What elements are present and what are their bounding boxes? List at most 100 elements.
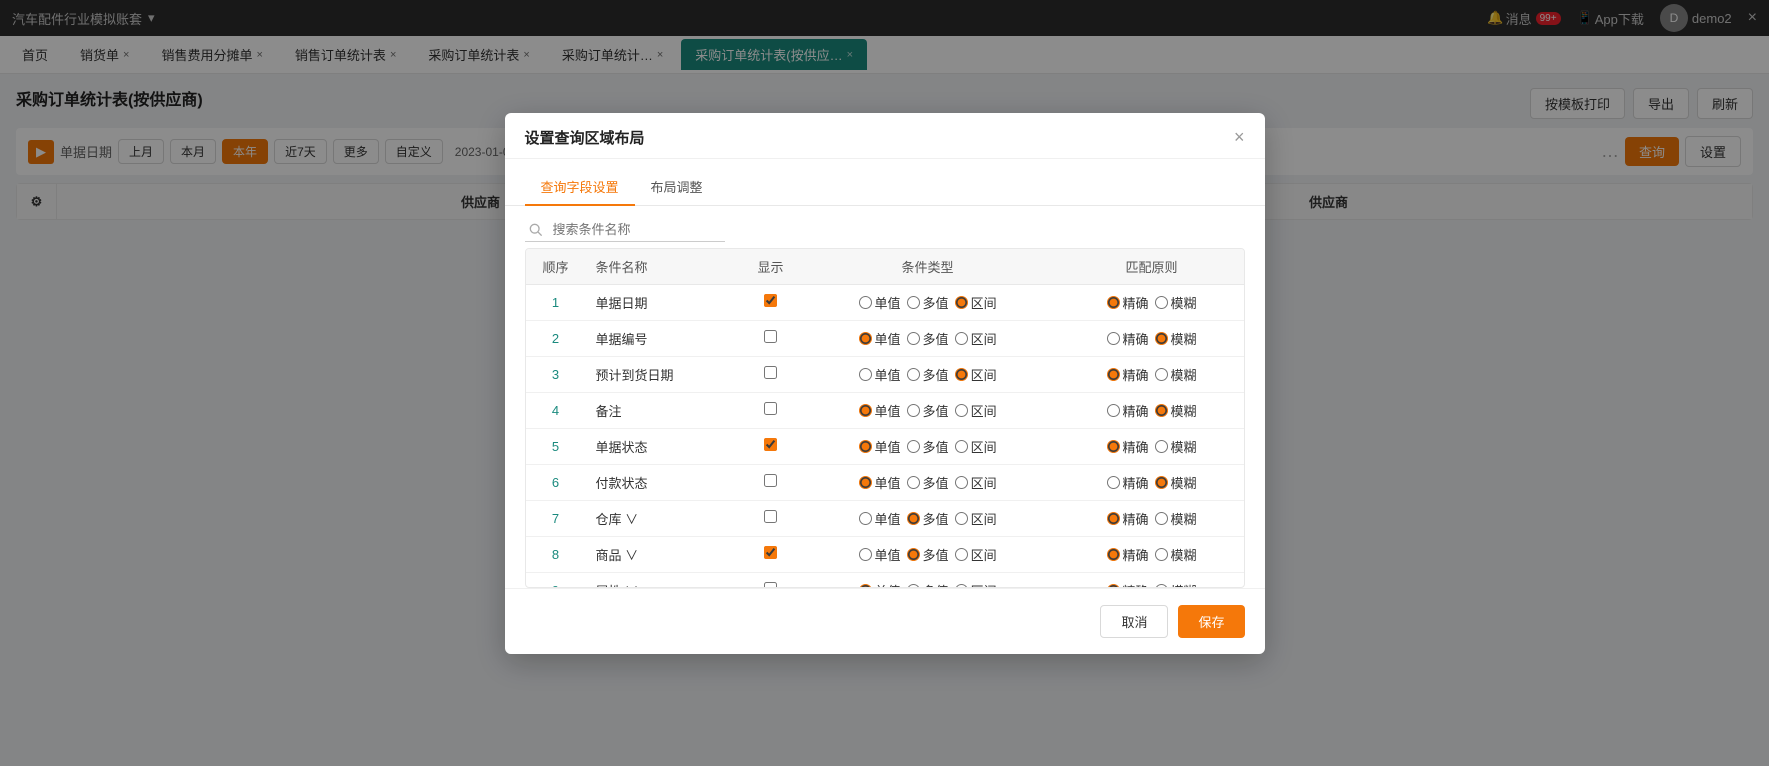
row-display[interactable] <box>746 356 796 392</box>
match-option[interactable]: 模糊 <box>1155 365 1197 384</box>
row-name: 属性 ∨ <box>586 572 746 588</box>
row-name: 仓库 ∨ <box>586 500 746 536</box>
match-option[interactable]: 模糊 <box>1155 509 1197 528</box>
modal-close-button[interactable]: × <box>1234 128 1245 146</box>
match-option[interactable]: 精确 <box>1107 545 1149 564</box>
type-option[interactable]: 多值 <box>907 293 949 312</box>
match-option[interactable]: 模糊 <box>1155 545 1197 564</box>
row-name: 预计到货日期 <box>586 356 746 392</box>
type-option[interactable]: 区间 <box>955 293 997 312</box>
type-option[interactable]: 多值 <box>907 473 949 492</box>
match-option[interactable]: 精确 <box>1107 437 1149 456</box>
row-match: 精确模糊 <box>1060 464 1244 500</box>
type-option[interactable]: 区间 <box>955 581 997 588</box>
row-display[interactable] <box>746 536 796 572</box>
match-option[interactable]: 模糊 <box>1155 581 1197 588</box>
type-option[interactable]: 多值 <box>907 545 949 564</box>
match-option[interactable]: 精确 <box>1107 401 1149 420</box>
type-option[interactable]: 区间 <box>955 329 997 348</box>
type-option[interactable]: 多值 <box>907 581 949 588</box>
modal-tab-query-fields[interactable]: 查询字段设置 <box>525 169 635 206</box>
type-option[interactable]: 多值 <box>907 509 949 528</box>
modal-col-name: 条件名称 <box>586 249 746 285</box>
type-option[interactable]: 多值 <box>907 365 949 384</box>
match-option[interactable]: 精确 <box>1107 365 1149 384</box>
row-type: 单值多值区间 <box>796 392 1060 428</box>
cancel-button[interactable]: 取消 <box>1100 605 1168 638</box>
type-option[interactable]: 单值 <box>859 545 901 564</box>
type-option[interactable]: 区间 <box>955 401 997 420</box>
row-display[interactable] <box>746 392 796 428</box>
row-display[interactable] <box>746 500 796 536</box>
match-option[interactable]: 模糊 <box>1155 401 1197 420</box>
row-order: 4 <box>526 392 586 428</box>
type-option[interactable]: 多值 <box>907 401 949 420</box>
table-row: 5单据状态单值多值区间精确模糊 <box>526 428 1244 464</box>
modal-col-order: 顺序 <box>526 249 586 285</box>
modal-overlay: 设置查询区域布局 × 查询字段设置 布局调整 <box>0 0 1769 766</box>
row-name: 单据日期 <box>586 284 746 320</box>
row-display[interactable] <box>746 428 796 464</box>
display-checkbox[interactable] <box>764 438 777 451</box>
type-option[interactable]: 单值 <box>859 293 901 312</box>
type-option[interactable]: 区间 <box>955 545 997 564</box>
row-order: 7 <box>526 500 586 536</box>
type-option[interactable]: 区间 <box>955 473 997 492</box>
display-checkbox[interactable] <box>764 474 777 487</box>
type-option[interactable]: 单值 <box>859 437 901 456</box>
type-option[interactable]: 单值 <box>859 365 901 384</box>
row-type: 单值多值区间 <box>796 428 1060 464</box>
type-option[interactable]: 单值 <box>859 509 901 528</box>
type-option[interactable]: 区间 <box>955 509 997 528</box>
type-option[interactable]: 单值 <box>859 401 901 420</box>
display-checkbox[interactable] <box>764 330 777 343</box>
row-match: 精确模糊 <box>1060 320 1244 356</box>
display-checkbox[interactable] <box>764 366 777 379</box>
modal-col-type: 条件类型 <box>796 249 1060 285</box>
match-option[interactable]: 精确 <box>1107 473 1149 492</box>
row-type: 单值多值区间 <box>796 284 1060 320</box>
row-match: 精确模糊 <box>1060 356 1244 392</box>
table-row: 6付款状态单值多值区间精确模糊 <box>526 464 1244 500</box>
type-option[interactable]: 单值 <box>859 581 901 588</box>
display-checkbox[interactable] <box>764 546 777 559</box>
search-input-wrap <box>525 218 725 242</box>
type-option[interactable]: 单值 <box>859 473 901 492</box>
save-button[interactable]: 保存 <box>1178 605 1244 638</box>
row-display[interactable] <box>746 572 796 588</box>
match-option[interactable]: 模糊 <box>1155 473 1197 492</box>
match-option[interactable]: 精确 <box>1107 509 1149 528</box>
modal-table-wrap: 顺序 条件名称 显示 条件类型 匹配原则 1单据日期单值多值区间精确模糊2单据编… <box>525 248 1245 588</box>
row-name: 商品 ∨ <box>586 536 746 572</box>
type-option[interactable]: 单值 <box>859 329 901 348</box>
type-option[interactable]: 区间 <box>955 365 997 384</box>
modal-search-area <box>505 206 1265 248</box>
modal-col-match: 匹配原则 <box>1060 249 1244 285</box>
row-display[interactable] <box>746 320 796 356</box>
type-option[interactable]: 区间 <box>955 437 997 456</box>
match-option[interactable]: 模糊 <box>1155 293 1197 312</box>
row-name: 单据编号 <box>586 320 746 356</box>
table-row: 3预计到货日期单值多值区间精确模糊 <box>526 356 1244 392</box>
type-option[interactable]: 多值 <box>907 437 949 456</box>
row-match: 精确模糊 <box>1060 428 1244 464</box>
modal-table: 顺序 条件名称 显示 条件类型 匹配原则 1单据日期单值多值区间精确模糊2单据编… <box>526 249 1244 588</box>
row-display[interactable] <box>746 284 796 320</box>
display-checkbox[interactable] <box>764 402 777 415</box>
match-option[interactable]: 模糊 <box>1155 329 1197 348</box>
row-type: 单值多值区间 <box>796 320 1060 356</box>
row-match: 精确模糊 <box>1060 572 1244 588</box>
modal-title: 设置查询区域布局 <box>525 127 645 148</box>
row-display[interactable] <box>746 464 796 500</box>
display-checkbox[interactable] <box>764 294 777 307</box>
match-option[interactable]: 精确 <box>1107 293 1149 312</box>
search-input[interactable] <box>525 218 725 242</box>
row-type: 单值多值区间 <box>796 356 1060 392</box>
match-option[interactable]: 精确 <box>1107 581 1149 588</box>
display-checkbox[interactable] <box>764 510 777 523</box>
type-option[interactable]: 多值 <box>907 329 949 348</box>
table-row: 8商品 ∨单值多值区间精确模糊 <box>526 536 1244 572</box>
modal-tab-layout[interactable]: 布局调整 <box>635 169 719 206</box>
match-option[interactable]: 模糊 <box>1155 437 1197 456</box>
match-option[interactable]: 精确 <box>1107 329 1149 348</box>
